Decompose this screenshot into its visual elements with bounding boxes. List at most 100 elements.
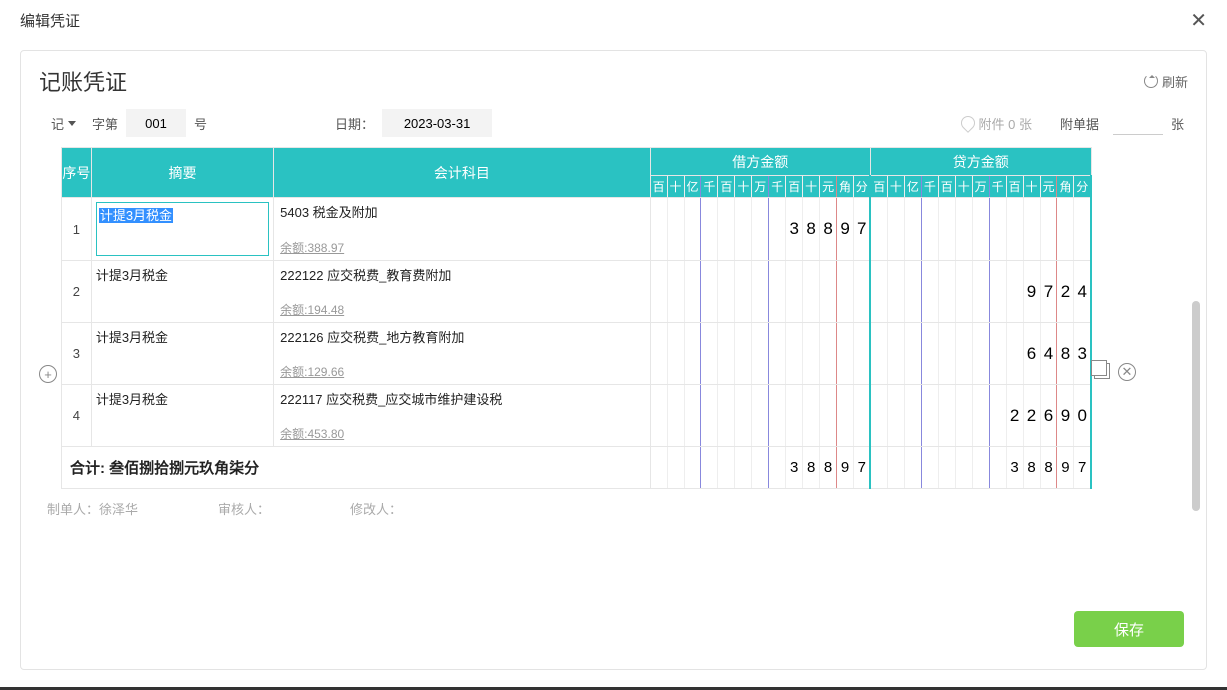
credit-digit[interactable] xyxy=(870,261,887,323)
credit-digit[interactable]: 7 xyxy=(1040,261,1057,323)
debit-digit[interactable] xyxy=(718,198,735,261)
debit-digit[interactable] xyxy=(854,385,871,447)
debit-digit[interactable] xyxy=(820,323,837,385)
debit-digit[interactable] xyxy=(735,385,752,447)
debit-digit[interactable] xyxy=(854,261,871,323)
credit-digit[interactable]: 9 xyxy=(1057,385,1074,447)
debit-digit[interactable] xyxy=(701,447,718,489)
save-button[interactable]: 保存 xyxy=(1074,611,1184,647)
debit-digit[interactable] xyxy=(769,385,786,447)
credit-digit[interactable] xyxy=(955,447,972,489)
debit-digit[interactable] xyxy=(837,323,854,385)
delete-row-button[interactable]: ✕ xyxy=(1118,363,1136,381)
credit-digit[interactable] xyxy=(921,323,938,385)
attachment-link[interactable]: 附件 0 张 xyxy=(961,114,1032,133)
debit-digit[interactable] xyxy=(769,198,786,261)
credit-digit[interactable] xyxy=(1023,198,1040,261)
debit-digit[interactable] xyxy=(820,385,837,447)
summary-cell[interactable]: 计提3月税金 xyxy=(91,261,273,323)
credit-digit[interactable] xyxy=(972,198,989,261)
credit-digit[interactable] xyxy=(921,447,938,489)
debit-digit[interactable] xyxy=(752,261,769,323)
debit-digit[interactable] xyxy=(837,261,854,323)
debit-digit[interactable] xyxy=(701,198,718,261)
credit-digit[interactable] xyxy=(972,261,989,323)
debit-digit[interactable] xyxy=(735,198,752,261)
voucher-number-input[interactable] xyxy=(126,109,186,137)
credit-digit[interactable] xyxy=(870,385,887,447)
credit-digit[interactable] xyxy=(904,385,921,447)
debit-digit[interactable] xyxy=(650,198,667,261)
credit-digit[interactable] xyxy=(938,385,955,447)
debit-digit[interactable] xyxy=(701,385,718,447)
credit-digit[interactable] xyxy=(1006,261,1023,323)
debit-digit[interactable] xyxy=(650,447,667,489)
debit-digit[interactable] xyxy=(769,261,786,323)
debit-digit[interactable] xyxy=(803,385,820,447)
debit-digit[interactable] xyxy=(718,385,735,447)
credit-digit[interactable] xyxy=(938,323,955,385)
credit-digit[interactable] xyxy=(1057,198,1074,261)
voucher-prefix-select[interactable]: 记 xyxy=(43,110,84,137)
balance-link[interactable]: 余额:194.48 xyxy=(280,301,344,318)
credit-digit[interactable] xyxy=(887,198,904,261)
debit-digit[interactable] xyxy=(786,385,803,447)
account-cell[interactable]: 5403 税金及附加余额:388.97 xyxy=(274,198,650,261)
debit-digit[interactable] xyxy=(701,323,718,385)
credit-digit[interactable]: 3 xyxy=(1074,323,1091,385)
credit-digit[interactable] xyxy=(1040,198,1057,261)
credit-digit[interactable]: 6 xyxy=(1040,385,1057,447)
balance-link[interactable]: 余额:388.97 xyxy=(280,239,344,256)
debit-digit[interactable] xyxy=(667,447,684,489)
debit-digit[interactable] xyxy=(752,385,769,447)
debit-digit[interactable] xyxy=(820,261,837,323)
debit-digit[interactable] xyxy=(803,323,820,385)
credit-digit[interactable] xyxy=(921,385,938,447)
credit-digit[interactable] xyxy=(921,198,938,261)
credit-digit[interactable] xyxy=(989,261,1006,323)
credit-digit[interactable]: 2 xyxy=(1023,385,1040,447)
debit-digit[interactable] xyxy=(718,261,735,323)
credit-digit[interactable] xyxy=(921,261,938,323)
debit-digit[interactable]: 3 xyxy=(786,447,803,489)
credit-digit[interactable] xyxy=(1074,198,1091,261)
debit-digit[interactable] xyxy=(684,447,701,489)
account-cell[interactable]: 222126 应交税费_地方教育附加余额:129.66 xyxy=(274,323,650,385)
credit-digit[interactable] xyxy=(989,385,1006,447)
credit-digit[interactable]: 4 xyxy=(1074,261,1091,323)
debit-digit[interactable] xyxy=(684,323,701,385)
credit-digit[interactable] xyxy=(904,447,921,489)
credit-digit[interactable] xyxy=(887,261,904,323)
debit-digit[interactable] xyxy=(684,261,701,323)
debit-digit[interactable] xyxy=(803,261,820,323)
credit-digit[interactable] xyxy=(972,385,989,447)
refresh-button[interactable]: 刷新 xyxy=(1144,72,1188,91)
credit-digit[interactable]: 2 xyxy=(1057,261,1074,323)
sheets-input[interactable] xyxy=(1113,111,1163,135)
credit-digit[interactable]: 8 xyxy=(1023,447,1040,489)
debit-digit[interactable] xyxy=(735,261,752,323)
debit-digit[interactable] xyxy=(854,323,871,385)
debit-digit[interactable] xyxy=(735,447,752,489)
summary-cell[interactable]: 计提3月税金 xyxy=(91,385,273,447)
credit-digit[interactable]: 6 xyxy=(1023,323,1040,385)
debit-digit[interactable] xyxy=(701,261,718,323)
debit-digit[interactable] xyxy=(769,323,786,385)
credit-digit[interactable] xyxy=(887,323,904,385)
debit-digit[interactable] xyxy=(667,385,684,447)
credit-digit[interactable] xyxy=(938,198,955,261)
credit-digit[interactable] xyxy=(904,198,921,261)
credit-digit[interactable]: 9 xyxy=(1023,261,1040,323)
credit-digit[interactable] xyxy=(955,385,972,447)
debit-digit[interactable] xyxy=(650,385,667,447)
debit-digit[interactable] xyxy=(684,385,701,447)
debit-digit[interactable] xyxy=(786,261,803,323)
credit-digit[interactable]: 4 xyxy=(1040,323,1057,385)
credit-digit[interactable] xyxy=(989,198,1006,261)
debit-digit[interactable] xyxy=(684,198,701,261)
credit-digit[interactable] xyxy=(989,447,1006,489)
credit-digit[interactable] xyxy=(904,323,921,385)
debit-digit[interactable]: 8 xyxy=(803,447,820,489)
debit-digit[interactable] xyxy=(752,447,769,489)
balance-link[interactable]: 余额:453.80 xyxy=(280,425,344,442)
